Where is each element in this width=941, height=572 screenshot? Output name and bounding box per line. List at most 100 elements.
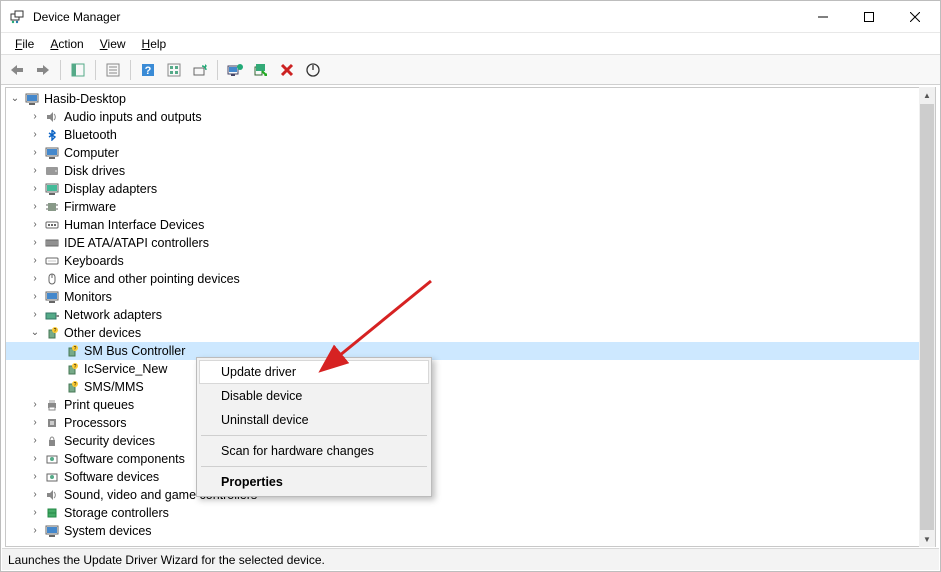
mouse-icon xyxy=(44,271,60,287)
tree-node-print[interactable]: ›Print queues xyxy=(6,396,935,414)
chevron-right-icon[interactable]: › xyxy=(28,468,42,486)
maximize-button[interactable] xyxy=(846,1,892,33)
context-menu-update-driver[interactable]: Update driver xyxy=(199,360,429,384)
svg-text:?: ? xyxy=(74,382,77,388)
chevron-down-icon[interactable]: ⌄ xyxy=(28,324,42,342)
chevron-right-icon[interactable]: › xyxy=(28,414,42,432)
chevron-right-icon[interactable]: › xyxy=(28,432,42,450)
menu-action[interactable]: Action xyxy=(42,35,91,53)
menu-file[interactable]: File xyxy=(7,35,42,53)
tree-node-storage[interactable]: ›Storage controllers xyxy=(6,504,935,522)
unknown-device-icon: ? xyxy=(64,343,80,359)
tree-node-label: Display adapters xyxy=(64,180,157,198)
view-icon-button[interactable] xyxy=(162,58,186,82)
tree-node-label: Firmware xyxy=(64,198,116,216)
chevron-right-icon[interactable]: › xyxy=(28,288,42,306)
tree-node-sound[interactable]: ›Sound, video and game controllers xyxy=(6,486,935,504)
tree-node-network[interactable]: ›Network adapters xyxy=(6,306,935,324)
menubar: File Action View Help xyxy=(1,33,940,55)
tree-node-label: Software devices xyxy=(64,468,159,486)
device-manager-window: Device Manager File Action View Help ? xyxy=(0,0,941,572)
tree-node-keyboards[interactable]: ›Keyboards xyxy=(6,252,935,270)
tree-node-software-components[interactable]: ›Software components xyxy=(6,450,935,468)
tree-node-smbus-selected[interactable]: ›?SM Bus Controller xyxy=(6,342,935,360)
tree-node-label: Mice and other pointing devices xyxy=(64,270,240,288)
tree-node-smsmms[interactable]: ›?SMS/MMS xyxy=(6,378,935,396)
close-button[interactable] xyxy=(892,1,938,33)
unknown-device-icon: ? xyxy=(64,379,80,395)
enable-device-button[interactable] xyxy=(301,58,325,82)
context-menu-separator xyxy=(201,466,427,467)
context-menu-uninstall-device[interactable]: Uninstall device xyxy=(199,408,429,432)
menu-help-label: elp xyxy=(150,37,166,51)
tree-root[interactable]: ⌄ Hasib-Desktop xyxy=(6,90,935,108)
scroll-down-button[interactable]: ▼ xyxy=(919,531,935,547)
monitor-icon xyxy=(44,289,60,305)
printer-icon xyxy=(44,397,60,413)
tree-node-security[interactable]: ›Security devices xyxy=(6,432,935,450)
chevron-right-icon[interactable]: › xyxy=(28,270,42,288)
tree-node-label: Human Interface Devices xyxy=(64,216,204,234)
vertical-scrollbar[interactable]: ▲ ▼ xyxy=(919,87,935,547)
context-menu-scan-hardware[interactable]: Scan for hardware changes xyxy=(199,439,429,463)
chevron-right-icon[interactable]: › xyxy=(28,396,42,414)
context-menu-disable-device[interactable]: Disable device xyxy=(199,384,429,408)
chevron-right-icon[interactable]: › xyxy=(28,504,42,522)
chevron-right-icon[interactable]: › xyxy=(28,180,42,198)
chevron-down-icon[interactable]: ⌄ xyxy=(8,90,22,108)
chevron-right-icon[interactable]: › xyxy=(28,234,42,252)
chevron-right-icon[interactable]: › xyxy=(28,216,42,234)
back-button[interactable] xyxy=(5,58,29,82)
scrollbar-thumb[interactable] xyxy=(920,104,934,530)
chevron-right-icon[interactable]: › xyxy=(28,252,42,270)
network-icon xyxy=(44,307,60,323)
tree-node-system[interactable]: ›System devices xyxy=(6,522,935,540)
tree-node-mice[interactable]: › Mice and other pointing devices xyxy=(6,270,935,288)
uninstall-device-button[interactable] xyxy=(275,58,299,82)
chevron-right-icon[interactable]: › xyxy=(28,162,42,180)
chevron-right-icon[interactable]: › xyxy=(28,126,42,144)
update-driver-button[interactable] xyxy=(223,58,247,82)
disable-device-button[interactable] xyxy=(249,58,273,82)
tree-node-other[interactable]: ⌄?Other devices xyxy=(6,324,935,342)
tree-node-software-devices[interactable]: › Software devices xyxy=(6,468,935,486)
security-icon xyxy=(44,433,60,449)
svg-text:?: ? xyxy=(74,364,77,370)
tree-node-computer[interactable]: ›Computer xyxy=(6,144,935,162)
chevron-right-icon[interactable]: › xyxy=(28,108,42,126)
tree-node-disk[interactable]: ›Disk drives xyxy=(6,162,935,180)
tree-node-audio[interactable]: ›Audio inputs and outputs xyxy=(6,108,935,126)
tree-node-processors[interactable]: ›Processors xyxy=(6,414,935,432)
tree-node-label: Monitors xyxy=(64,288,112,306)
device-tree[interactable]: ⌄ Hasib-Desktop ›Audio inputs and output… xyxy=(5,87,936,547)
chevron-right-icon[interactable]: › xyxy=(28,306,42,324)
storage-icon xyxy=(44,505,60,521)
tree-node-icservice[interactable]: ›?IcService_New xyxy=(6,360,935,378)
tree-node-firmware[interactable]: › Firmware xyxy=(6,198,935,216)
menu-help[interactable]: Help xyxy=(134,35,175,53)
chevron-right-icon[interactable]: › xyxy=(28,450,42,468)
forward-button[interactable] xyxy=(31,58,55,82)
properties-button[interactable] xyxy=(101,58,125,82)
minimize-button[interactable] xyxy=(800,1,846,33)
scan-hardware-button[interactable] xyxy=(188,58,212,82)
context-menu-properties[interactable]: Properties xyxy=(199,470,429,494)
tree-node-bluetooth[interactable]: ›Bluetooth xyxy=(6,126,935,144)
tree-node-monitors[interactable]: › Monitors xyxy=(6,288,935,306)
chevron-right-icon[interactable]: › xyxy=(28,522,42,540)
tree-node-display[interactable]: › Display adapters xyxy=(6,180,935,198)
tree-node-label: Other devices xyxy=(64,324,141,342)
chevron-right-icon[interactable]: › xyxy=(28,144,42,162)
chevron-right-icon[interactable]: › xyxy=(28,486,42,504)
hid-icon xyxy=(44,217,60,233)
menu-view[interactable]: View xyxy=(92,35,134,53)
tree-node-hid[interactable]: › Human Interface Devices xyxy=(6,216,935,234)
chevron-right-icon[interactable]: › xyxy=(28,198,42,216)
other-devices-icon: ? xyxy=(44,325,60,341)
scroll-up-button[interactable]: ▲ xyxy=(919,87,935,103)
app-icon xyxy=(9,9,25,25)
show-hide-tree-button[interactable] xyxy=(66,58,90,82)
tree-node-ide[interactable]: ›IDE ATA/ATAPI controllers xyxy=(6,234,935,252)
context-menu: Update driver Disable device Uninstall d… xyxy=(196,357,432,497)
help-button[interactable]: ? xyxy=(136,58,160,82)
